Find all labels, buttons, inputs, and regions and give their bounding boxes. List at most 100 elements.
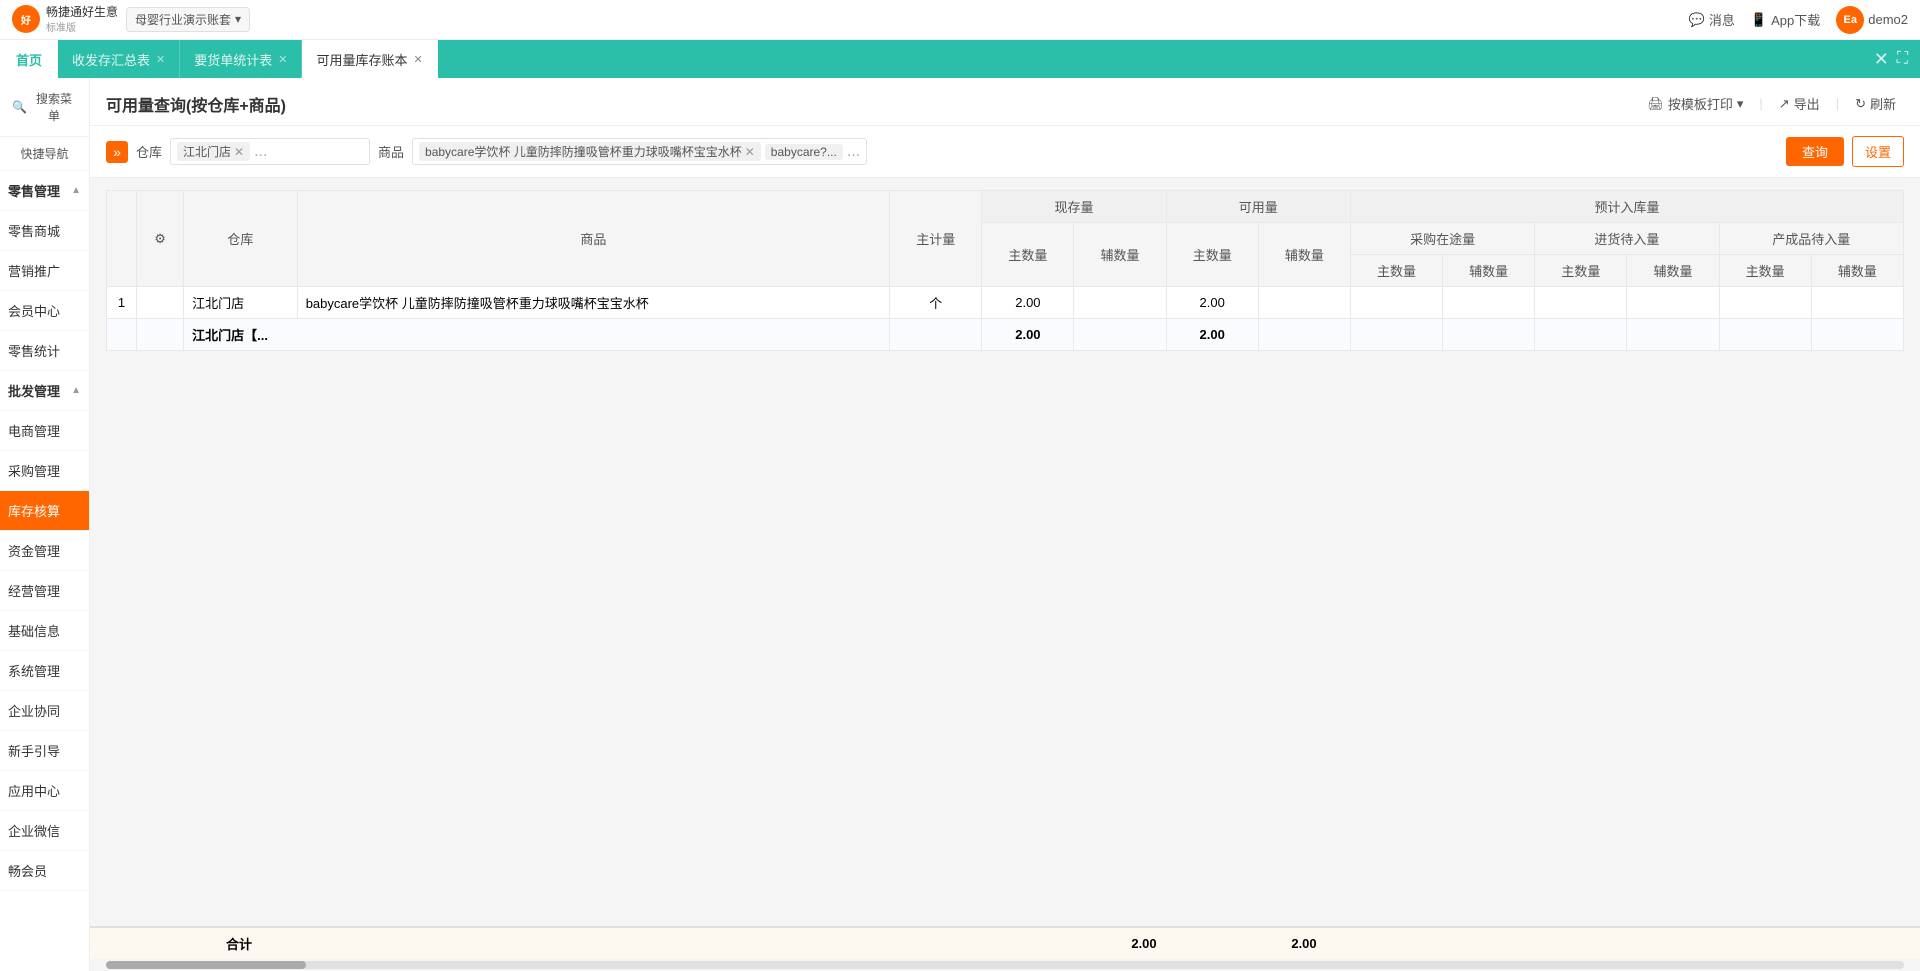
sidebar-item-enterprise[interactable]: 企业协同 bbox=[0, 691, 89, 731]
col-warehouse: 仓库 bbox=[184, 191, 298, 287]
product-tag-2: babycare?... bbox=[765, 144, 843, 160]
product-filter-box[interactable]: babycare学饮杯 儿童防摔防撞吸管杯重力球吸嘴杯宝宝水杯 ✕ babyca… bbox=[412, 138, 867, 165]
col-finished: 产成品待入量 bbox=[1719, 223, 1903, 255]
product-more-btn[interactable]: ... bbox=[847, 143, 860, 161]
chevron-down-icon: ▾ bbox=[235, 12, 241, 26]
tab-2-close[interactable]: ✕ bbox=[278, 53, 287, 66]
chevron-icon-wholesale: ▲ bbox=[71, 385, 81, 396]
col-pt-aux: 辅数量 bbox=[1443, 255, 1535, 287]
logo-icon: 好 bbox=[12, 5, 40, 33]
table-footer: 合计 2.00 2.00 bbox=[90, 926, 1920, 959]
avatar: Ea bbox=[1836, 6, 1864, 34]
content-area: 可用量查询(按仓库+商品) 🖨 按模板打印 ▾ | ↗ 导出 | ↻ 刷新 bbox=[90, 78, 1920, 971]
col-fg-main: 主数量 bbox=[1719, 255, 1811, 287]
tab-3-close[interactable]: ✕ bbox=[414, 53, 423, 66]
sidebar-item-marketing[interactable]: 营销推广 bbox=[0, 251, 89, 291]
sidebar-item-finance[interactable]: 资金管理 bbox=[0, 531, 89, 571]
sidebar-item-member[interactable]: 畅会员 bbox=[0, 851, 89, 891]
page-actions: 🖨 按模板打印 ▾ | ↗ 导出 | ↻ 刷新 bbox=[1639, 90, 1904, 117]
col-cs-aux: 辅数量 bbox=[1074, 223, 1166, 287]
export-btn[interactable]: ↗ 导出 bbox=[1771, 90, 1828, 117]
page-title: 可用量查询(按仓库+商品) bbox=[106, 92, 286, 116]
tab-bar: 首页 收发存汇总表 ✕ 要货单统计表 ✕ 可用量库存账本 ✕ ✕ ⛶ bbox=[0, 40, 1920, 78]
cell-index: 1 bbox=[107, 287, 137, 319]
warehouse-label: 仓库 bbox=[136, 142, 162, 161]
tab-3[interactable]: 可用量库存账本 ✕ bbox=[302, 40, 437, 78]
sidebar-item-retail-stats[interactable]: 零售统计 bbox=[0, 331, 89, 371]
subtotal-cs-main: 2.00 bbox=[982, 319, 1074, 351]
col-ig-aux: 辅数量 bbox=[1627, 255, 1719, 287]
data-table: ⚙ 仓库 商品 主计量 现存量 可用量 预计入库量 主数量 辅数量 主数量 辅数… bbox=[106, 190, 1904, 351]
warehouse-more-btn[interactable]: ... bbox=[254, 143, 267, 161]
col-av-aux: 辅数量 bbox=[1258, 223, 1350, 287]
message-icon: 💬 bbox=[1689, 12, 1705, 28]
sidebar-item-purchase[interactable]: 采购管理 bbox=[0, 451, 89, 491]
query-btn[interactable]: 查询 bbox=[1786, 137, 1844, 166]
product-tag-1-close[interactable]: ✕ bbox=[745, 145, 755, 159]
search-menu-btn[interactable]: 🔍 搜索菜单 bbox=[8, 86, 81, 128]
tab-2[interactable]: 要货单统计表 ✕ bbox=[180, 40, 302, 78]
cell-fg-main bbox=[1719, 287, 1811, 319]
scroll-track bbox=[106, 961, 1904, 969]
sidebar-item-inventory[interactable]: 库存核算 bbox=[0, 491, 89, 531]
cell-fg-aux bbox=[1811, 287, 1903, 319]
cell-ig-aux bbox=[1627, 287, 1719, 319]
settings-btn[interactable]: 设置 bbox=[1852, 136, 1904, 167]
sidebar-item-guide[interactable]: 新手引导 bbox=[0, 731, 89, 771]
cell-ig-main bbox=[1535, 287, 1627, 319]
user-name: demo2 bbox=[1868, 12, 1908, 27]
maximize-icon[interactable]: ⛶ bbox=[1897, 50, 1908, 68]
product-tag-1: babycare学饮杯 儿童防摔防撞吸管杯重力球吸嘴杯宝宝水杯 ✕ bbox=[419, 142, 761, 161]
print-template-btn[interactable]: 🖨 按模板打印 ▾ bbox=[1639, 90, 1751, 117]
sidebar-item-wholesale[interactable]: 批发管理 ▲ bbox=[0, 371, 89, 411]
subtotal-label: 江北门店【... bbox=[184, 319, 890, 351]
tab-2-label: 要货单统计表 bbox=[194, 50, 272, 69]
refresh-btn[interactable]: ↻ 刷新 bbox=[1847, 90, 1904, 117]
tab-1-close[interactable]: ✕ bbox=[156, 53, 165, 66]
warehouse-tag-close[interactable]: ✕ bbox=[234, 145, 244, 159]
close-all-icon[interactable]: ✕ bbox=[1874, 49, 1889, 70]
col-av-main: 主数量 bbox=[1166, 223, 1258, 287]
logo-sub: 标准版 bbox=[46, 19, 118, 34]
refresh-icon: ↻ bbox=[1855, 96, 1866, 112]
col-index bbox=[107, 191, 137, 287]
sidebar-item-ecommerce[interactable]: 电商管理 bbox=[0, 411, 89, 451]
message-btn[interactable]: 💬 消息 bbox=[1689, 10, 1735, 29]
scroll-thumb[interactable] bbox=[106, 961, 306, 969]
sidebar-item-app-center[interactable]: 应用中心 bbox=[0, 771, 89, 811]
tab-1[interactable]: 收发存汇总表 ✕ bbox=[58, 40, 180, 78]
industry-selector[interactable]: 母婴行业演示账套 ▾ bbox=[126, 7, 250, 32]
table-area: ⚙ 仓库 商品 主计量 现存量 可用量 预计入库量 主数量 辅数量 主数量 辅数… bbox=[90, 178, 1920, 926]
sidebar-item-system[interactable]: 系统管理 bbox=[0, 651, 89, 691]
filter-expand-btn[interactable]: » bbox=[106, 141, 128, 163]
user-area[interactable]: Ea demo2 bbox=[1836, 6, 1908, 34]
print-chevron-icon: ▾ bbox=[1737, 96, 1744, 112]
tab-3-label: 可用量库存账本 bbox=[316, 50, 407, 69]
horizontal-scrollbar[interactable] bbox=[90, 959, 1920, 971]
main-layout: 🔍 搜索菜单 快捷导航 零售管理 ▲ 零售商城 营销推广 会员中心 零售统计 批… bbox=[0, 78, 1920, 971]
sidebar-item-operations[interactable]: 经营管理 bbox=[0, 571, 89, 611]
col-product: 商品 bbox=[297, 191, 889, 287]
warehouse-filter-box[interactable]: 江北门店 ✕ ... bbox=[170, 138, 370, 165]
sidebar-item-member-center[interactable]: 会员中心 bbox=[0, 291, 89, 331]
chevron-icon-retail: ▲ bbox=[71, 185, 81, 196]
cell-cs-main: 2.00 bbox=[982, 287, 1074, 319]
tab-home[interactable]: 首页 bbox=[0, 40, 58, 78]
sidebar-item-basic-info[interactable]: 基础信息 bbox=[0, 611, 89, 651]
tab-1-label: 收发存汇总表 bbox=[72, 50, 150, 69]
cell-av-main: 2.00 bbox=[1166, 287, 1258, 319]
sidebar: 🔍 搜索菜单 快捷导航 零售管理 ▲ 零售商城 营销推广 会员中心 零售统计 批… bbox=[0, 78, 90, 971]
sidebar-item-wechat[interactable]: 企业微信 bbox=[0, 811, 89, 851]
quick-nav-btn[interactable]: 快捷导航 bbox=[0, 137, 89, 171]
logo-text: 畅捷通好生意 bbox=[46, 5, 118, 19]
sidebar-item-retail-management[interactable]: 零售管理 ▲ bbox=[0, 171, 89, 211]
col-main-unit: 主计量 bbox=[890, 191, 982, 287]
col-gear[interactable]: ⚙ bbox=[137, 191, 184, 287]
cell-unit: 个 bbox=[890, 287, 982, 319]
col-pt-main: 主数量 bbox=[1350, 255, 1442, 287]
cell-av-aux bbox=[1258, 287, 1350, 319]
cell-warehouse: 江北门店 bbox=[184, 287, 298, 319]
sidebar-item-retail-mall[interactable]: 零售商城 bbox=[0, 211, 89, 251]
top-bar: 好 畅捷通好生意 标准版 母婴行业演示账套 ▾ 💬 消息 📱 App下载 Ea … bbox=[0, 0, 1920, 40]
app-download-btn[interactable]: 📱 App下载 bbox=[1751, 10, 1820, 29]
